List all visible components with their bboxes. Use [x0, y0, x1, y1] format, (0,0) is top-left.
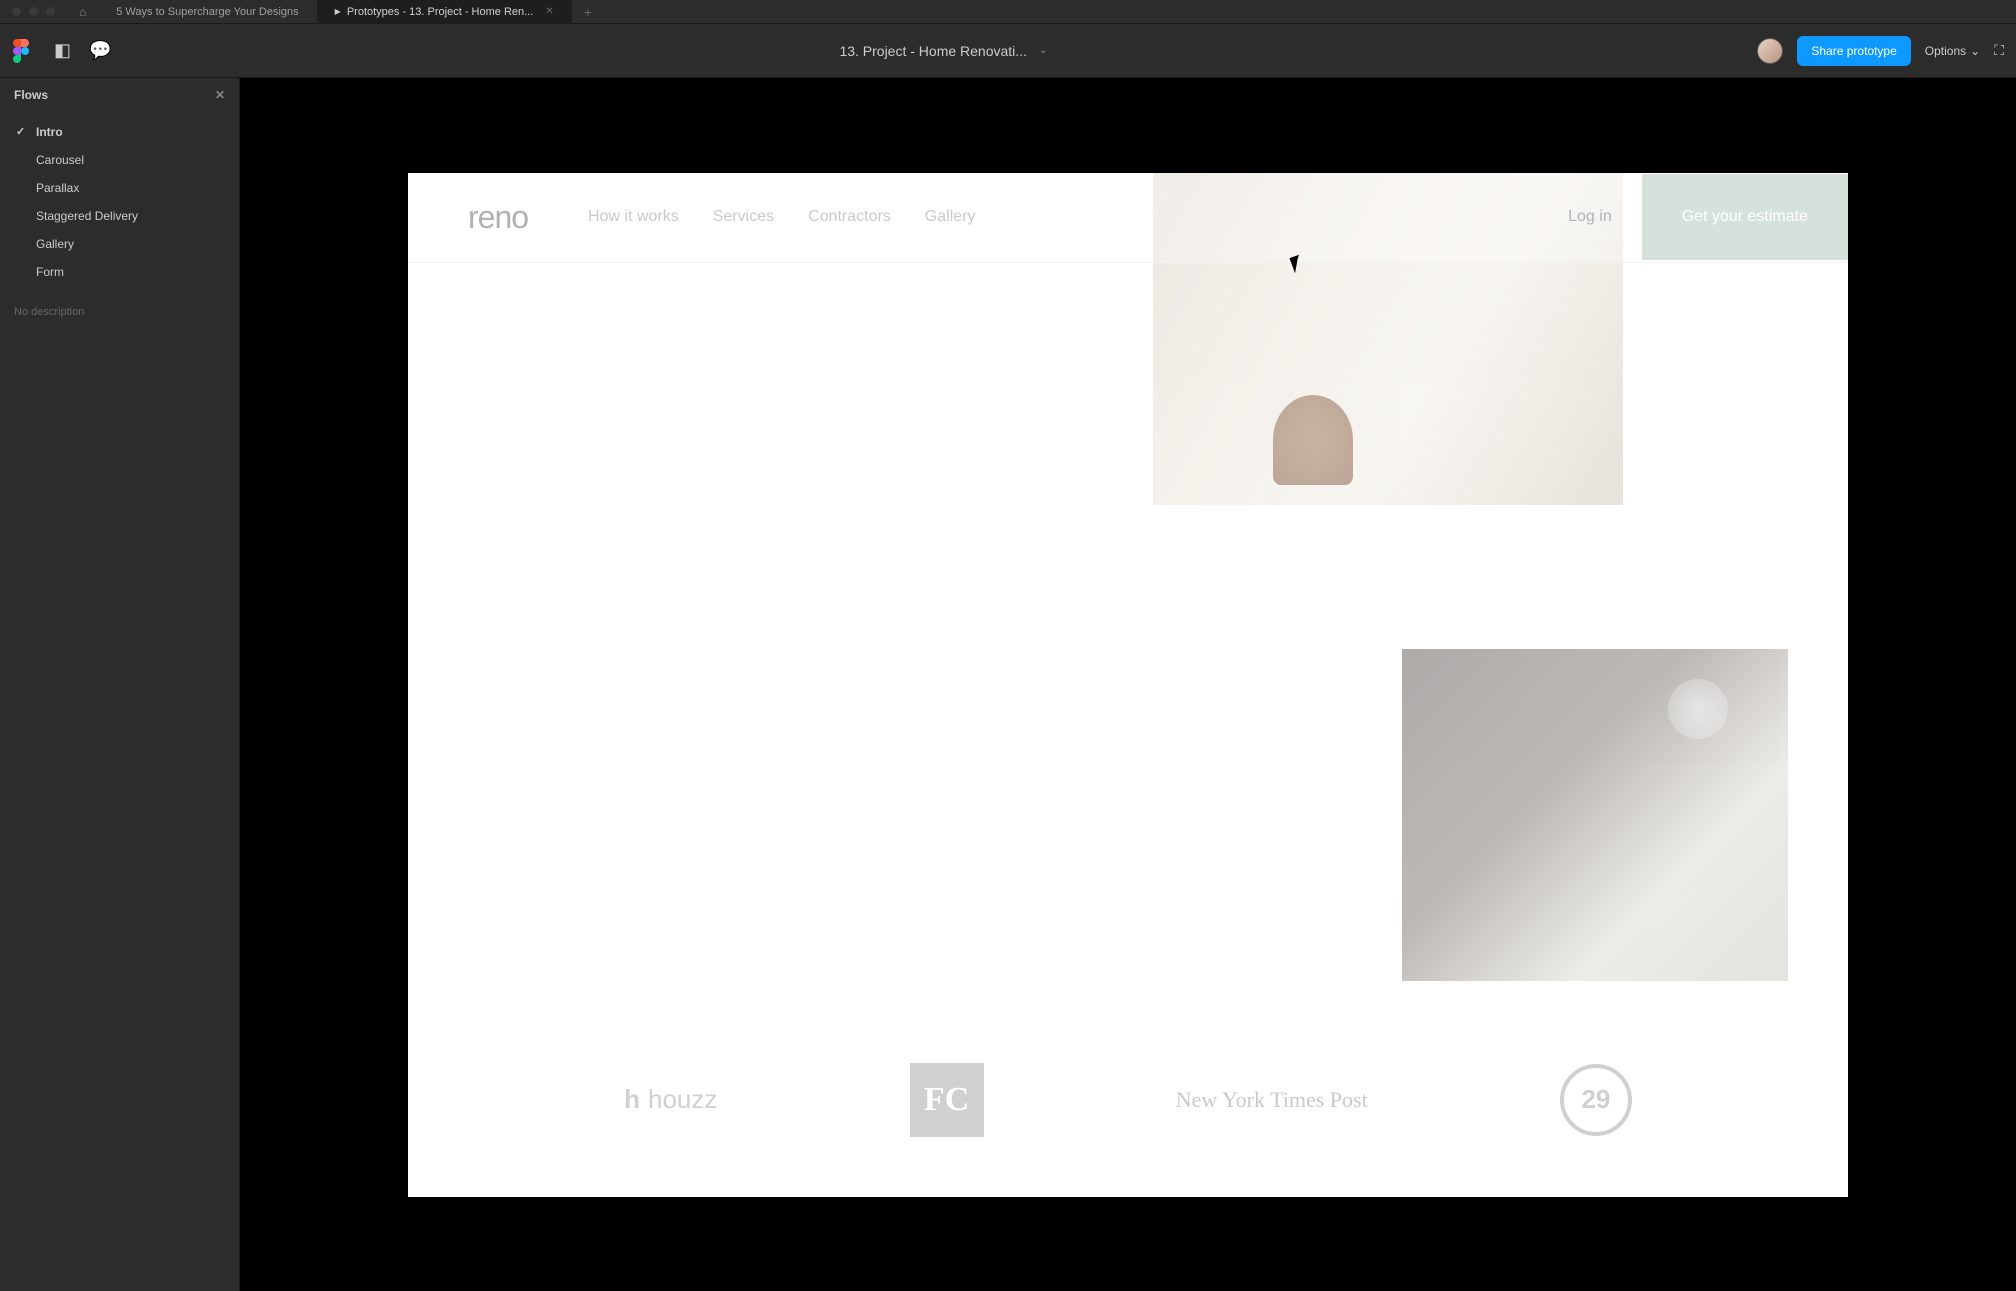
- site-nav: How it works Services Contractors Galler…: [588, 208, 975, 226]
- user-avatar[interactable]: [1757, 38, 1783, 64]
- press-fastcompany: FC: [910, 1063, 984, 1137]
- close-icon[interactable]: ✕: [215, 88, 225, 102]
- press-houzz: hhouzz: [624, 1084, 717, 1115]
- login-link[interactable]: Log in: [1568, 208, 1612, 226]
- website-preview: reno How it works Services Contractors G…: [408, 173, 1848, 1197]
- flow-item-parallax[interactable]: Parallax: [0, 174, 239, 202]
- toolbar: ◧ 💬 13. Project - Home Renovati... ⌄ Sha…: [0, 24, 2016, 78]
- flow-item-carousel[interactable]: Carousel: [0, 146, 239, 174]
- site-logo[interactable]: reno: [468, 199, 528, 236]
- flow-description: No description: [0, 292, 239, 332]
- nav-gallery[interactable]: Gallery: [925, 208, 976, 226]
- nav-contractors[interactable]: Contractors: [808, 208, 891, 226]
- options-menu[interactable]: Options ⌄: [1925, 44, 1980, 58]
- flow-item-gallery[interactable]: Gallery: [0, 230, 239, 258]
- tab-label: 5 Ways to Supercharge Your Designs: [116, 6, 298, 18]
- panel-title: Flows: [14, 88, 48, 102]
- close-icon[interactable]: ✕: [545, 6, 553, 17]
- press-logos: hhouzz FC New York Times Post 29: [408, 1063, 1848, 1137]
- prototype-frame[interactable]: reno How it works Services Contractors G…: [408, 173, 1848, 1197]
- flow-item-intro[interactable]: Intro: [0, 118, 239, 146]
- flow-item-form[interactable]: Form: [0, 258, 239, 286]
- flow-list: Intro Carousel Parallax Staggered Delive…: [0, 112, 239, 292]
- flow-item-staggered[interactable]: Staggered Delivery: [0, 202, 239, 230]
- tab-label: Prototypes - 13. Project - Home Ren...: [347, 6, 533, 18]
- window-controls[interactable]: [0, 7, 67, 16]
- home-icon[interactable]: ⌂: [79, 5, 86, 19]
- prototype-title[interactable]: 13. Project - Home Renovati... ⌄: [129, 43, 1757, 59]
- tab-bar: ⌂ 5 Ways to Supercharge Your Designs ▶ P…: [0, 0, 2016, 24]
- press-nyt: New York Times Post: [1176, 1087, 1368, 1113]
- chevron-down-icon: ⌄: [1039, 45, 1047, 56]
- figma-logo-icon[interactable]: [12, 39, 30, 63]
- prototype-canvas[interactable]: reno How it works Services Contractors G…: [240, 78, 2016, 1291]
- share-button[interactable]: Share prototype: [1797, 36, 1910, 66]
- sidebar-toggle-icon[interactable]: ◧: [54, 40, 71, 61]
- comment-icon[interactable]: 💬: [89, 40, 111, 61]
- tab-prototype[interactable]: ▶ Prototypes - 13. Project - Home Ren...…: [317, 0, 572, 24]
- nav-how-it-works[interactable]: How it works: [588, 208, 679, 226]
- tab-designs[interactable]: 5 Ways to Supercharge Your Designs: [98, 0, 316, 24]
- site-header: reno How it works Services Contractors G…: [408, 173, 1848, 263]
- panel-header: Flows ✕: [0, 78, 239, 112]
- nav-services[interactable]: Services: [713, 208, 774, 226]
- play-icon: ▶: [335, 7, 341, 16]
- press-refinery29: 29: [1560, 1064, 1632, 1136]
- estimate-button[interactable]: Get your estimate: [1642, 174, 1848, 260]
- add-tab-button[interactable]: +: [576, 4, 600, 20]
- flows-panel: Flows ✕ Intro Carousel Parallax Staggere…: [0, 78, 240, 1291]
- fullscreen-icon[interactable]: ⛶: [1994, 42, 2004, 59]
- chevron-down-icon: ⌄: [1970, 44, 1980, 58]
- hero-image-bathroom: [1402, 649, 1788, 981]
